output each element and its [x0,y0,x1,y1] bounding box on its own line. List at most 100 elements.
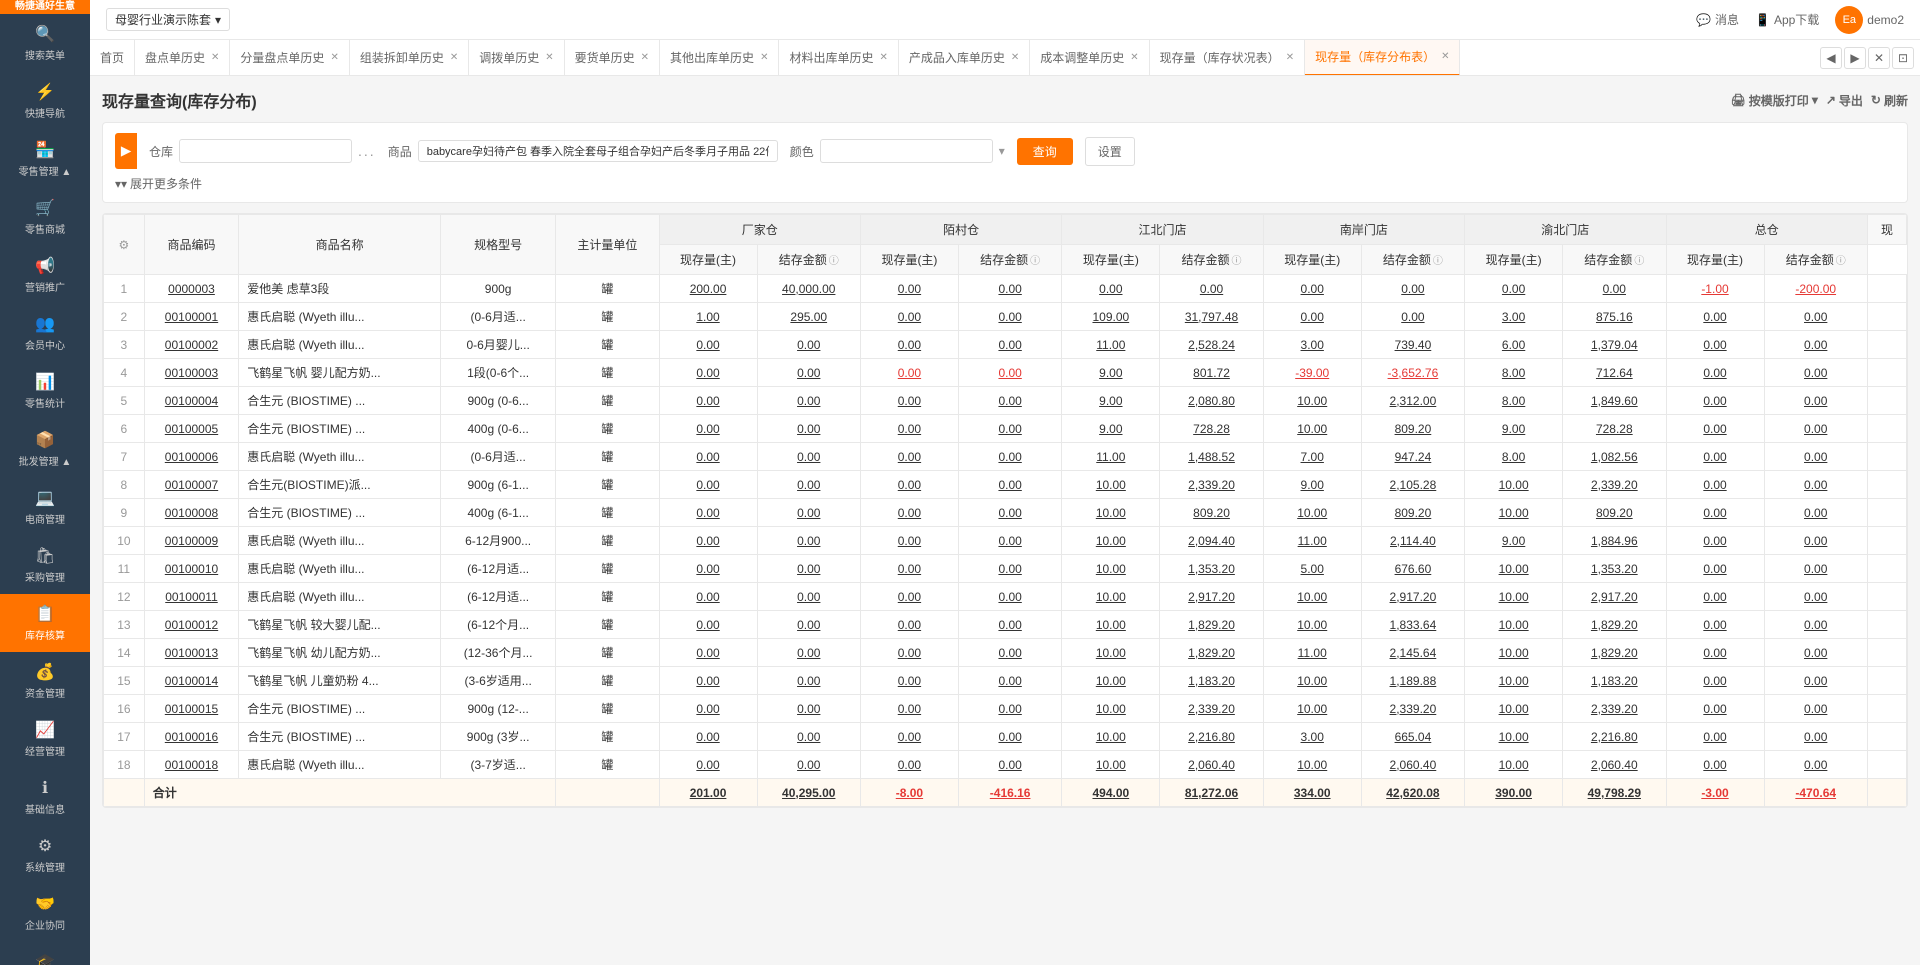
cell-yb-stock[interactable]: 10.00 [1465,723,1563,751]
cell-cj-stock[interactable]: 0.00 [659,499,757,527]
sidebar-item-procurement[interactable]: 🛍采购管理 [0,536,90,594]
cell-zc-amount[interactable]: 0.00 [1764,387,1867,415]
cell-mc-amount[interactable]: 0.00 [958,555,1061,583]
cell-mc-amount[interactable]: 0.00 [958,331,1061,359]
cell-yb-stock[interactable]: 10.00 [1465,751,1563,779]
cell-mc-amount[interactable]: 0.00 [958,695,1061,723]
cell-mc-amount[interactable]: 0.00 [958,275,1061,303]
cell-yb-amount[interactable]: 1,884.96 [1563,527,1666,555]
cell-yb-amount[interactable]: 2,339.20 [1563,471,1666,499]
cell-yb-amount[interactable]: 728.28 [1563,415,1666,443]
cell-yb-stock[interactable]: 9.00 [1465,415,1563,443]
th-settings[interactable]: ⚙ [104,215,145,275]
tab-stock-status[interactable]: 现存量（库存状况表）✕ [1150,40,1305,76]
cell-jb-amount[interactable]: 1,183.20 [1160,667,1263,695]
cell-na-stock[interactable]: 5.00 [1263,555,1361,583]
tab-close-requisition[interactable]: ✕ [641,52,649,63]
cell-na-amount[interactable]: 676.60 [1361,555,1464,583]
cell-mc-amount[interactable]: 0.00 [958,415,1061,443]
cell-code[interactable]: 00100005 [144,415,239,443]
cell-mc-stock[interactable]: 0.00 [860,555,958,583]
cell-na-amount[interactable]: -3,652.76 [1361,359,1464,387]
cell-zc-amount[interactable]: 0.00 [1764,499,1867,527]
cell-jb-stock[interactable]: 9.00 [1062,359,1160,387]
cell-zc-stock[interactable]: 0.00 [1666,555,1764,583]
cell-yb-amount[interactable]: 2,216.80 [1563,723,1666,751]
cell-yb-stock[interactable]: 10.00 [1465,667,1563,695]
message-action[interactable]: 💬 消息 [1696,11,1739,28]
cell-jb-stock[interactable]: 0.00 [1062,275,1160,303]
cell-jb-amount[interactable]: 1,488.52 [1160,443,1263,471]
cell-na-stock[interactable]: 11.00 [1263,527,1361,555]
cell-jb-amount[interactable]: 2,339.20 [1160,695,1263,723]
cell-na-stock[interactable]: 0.00 [1263,275,1361,303]
cell-yb-stock[interactable]: 10.00 [1465,471,1563,499]
cell-code[interactable]: 00100008 [144,499,239,527]
cell-yb-stock[interactable]: 6.00 [1465,331,1563,359]
cell-jb-amount[interactable]: 2,216.80 [1160,723,1263,751]
tab-requisition[interactable]: 要货单历史✕ [565,40,660,76]
cell-zc-stock[interactable]: 0.00 [1666,527,1764,555]
tab-stock-dist[interactable]: 现存量（库存分布表）✕ [1305,40,1460,76]
cell-yb-amount[interactable]: 712.64 [1563,359,1666,387]
cell-cj-stock[interactable]: 0.00 [659,555,757,583]
cell-jb-stock[interactable]: 10.00 [1062,471,1160,499]
cell-mc-stock[interactable]: 0.00 [860,331,958,359]
warehouse-input[interactable] [179,139,352,163]
sidebar-item-enterprise[interactable]: 🤝企业协同 [0,884,90,942]
sidebar-item-system[interactable]: ⚙系统管理 [0,826,90,884]
tab-close-material-out[interactable]: ✕ [879,52,887,63]
cell-zc-amount[interactable]: 0.00 [1764,639,1867,667]
sidebar-item-marketing[interactable]: 📢营销推广 [0,246,90,304]
cell-zc-amount[interactable]: 0.00 [1764,527,1867,555]
cell-jb-stock[interactable]: 10.00 [1062,527,1160,555]
cell-cj-amount[interactable]: 0.00 [757,443,860,471]
cell-cj-stock[interactable]: 200.00 [659,275,757,303]
cell-code[interactable]: 00100002 [144,331,239,359]
cell-na-stock[interactable]: 11.00 [1263,639,1361,667]
cell-cj-amount[interactable]: 0.00 [757,359,860,387]
cell-mc-stock[interactable]: 0.00 [860,415,958,443]
cell-code[interactable]: 00100011 [144,583,239,611]
cell-code[interactable]: 00100012 [144,611,239,639]
cell-code[interactable]: 00100010 [144,555,239,583]
cell-zc-stock[interactable]: 0.00 [1666,723,1764,751]
cell-mc-stock[interactable]: 0.00 [860,443,958,471]
cell-zc-stock[interactable]: 0.00 [1666,387,1764,415]
tabs-next-btn[interactable]: ▶ [1844,47,1866,69]
cell-mc-stock[interactable]: 0.00 [860,387,958,415]
cell-zc-stock[interactable]: -1.00 [1666,275,1764,303]
tab-close-segment-inventory[interactable]: ✕ [330,52,338,63]
cell-yb-stock[interactable]: 10.00 [1465,639,1563,667]
cell-zc-stock[interactable]: 0.00 [1666,667,1764,695]
cell-zc-stock[interactable]: 0.00 [1666,639,1764,667]
cell-cj-stock[interactable]: 1.00 [659,303,757,331]
refresh-btn[interactable]: ↻ 刷新 [1871,92,1908,109]
cell-na-stock[interactable]: 10.00 [1263,583,1361,611]
cell-jb-stock[interactable]: 10.00 [1062,611,1160,639]
cell-jb-stock[interactable]: 10.00 [1062,583,1160,611]
cell-cj-stock[interactable]: 0.00 [659,695,757,723]
cell-mc-stock[interactable]: 0.00 [860,639,958,667]
cell-cj-stock[interactable]: 0.00 [659,667,757,695]
cell-na-stock[interactable]: 10.00 [1263,415,1361,443]
cell-mc-stock[interactable]: 0.00 [860,499,958,527]
cell-zc-amount[interactable]: 0.00 [1764,331,1867,359]
cell-code[interactable]: 00100013 [144,639,239,667]
cell-zc-amount[interactable]: 0.00 [1764,751,1867,779]
cell-na-amount[interactable]: 0.00 [1361,303,1464,331]
cell-na-stock[interactable]: 0.00 [1263,303,1361,331]
cell-mc-stock[interactable]: 0.00 [860,471,958,499]
cell-na-stock[interactable]: 10.00 [1263,499,1361,527]
cell-cj-stock[interactable]: 0.00 [659,583,757,611]
cell-na-amount[interactable]: 2,312.00 [1361,387,1464,415]
cell-jb-amount[interactable]: 1,829.20 [1160,611,1263,639]
cell-na-amount[interactable]: 2,339.20 [1361,695,1464,723]
cell-cj-amount[interactable]: 0.00 [757,331,860,359]
cell-na-stock[interactable]: 3.00 [1263,723,1361,751]
cell-na-stock[interactable]: -39.00 [1263,359,1361,387]
cell-yb-stock[interactable]: 10.00 [1465,499,1563,527]
cell-code[interactable]: 00100001 [144,303,239,331]
cell-cj-amount[interactable]: 40,000.00 [757,275,860,303]
sidebar-item-inventory[interactable]: 📋库存核算 [0,594,90,652]
